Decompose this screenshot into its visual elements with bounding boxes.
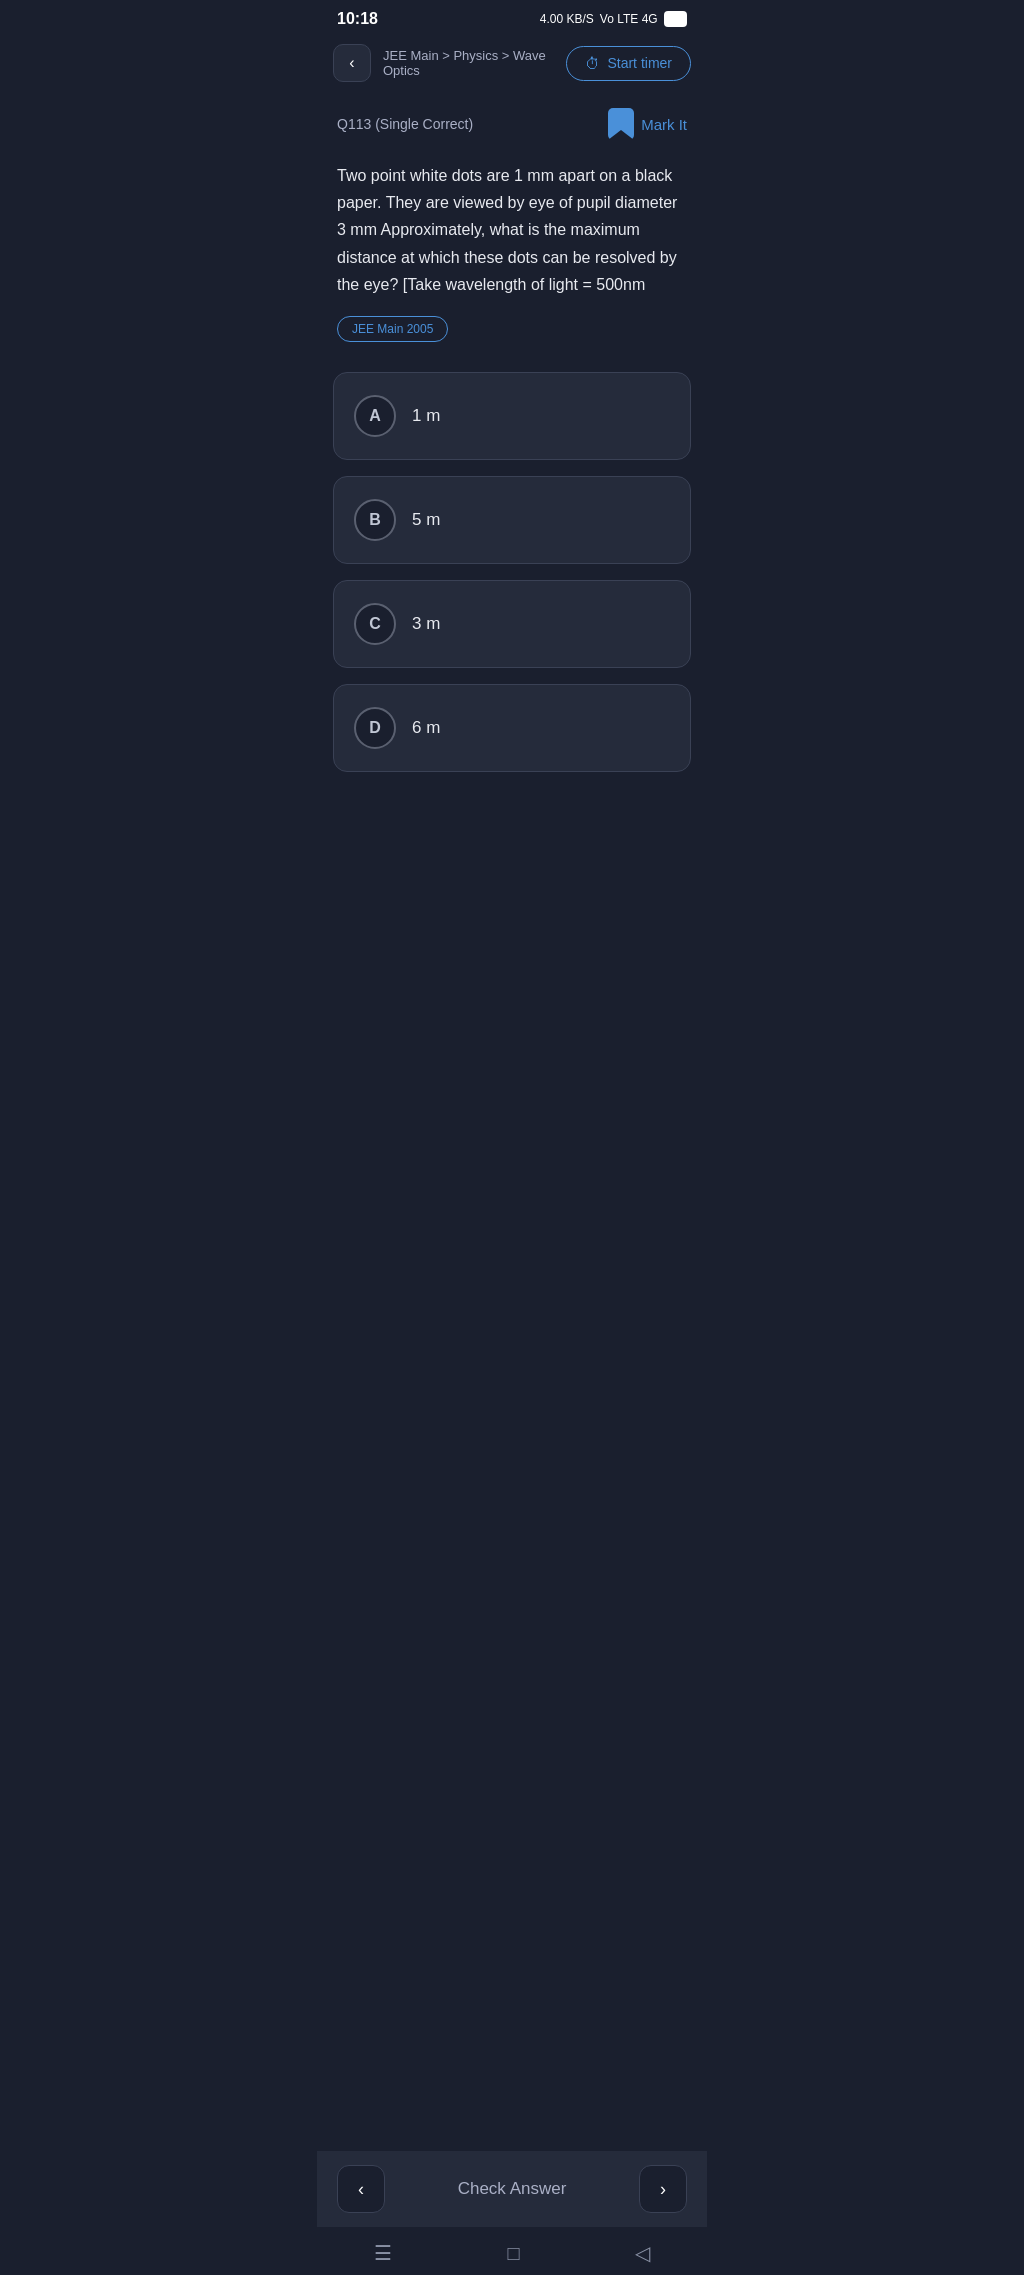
option-c[interactable]: C 3 m xyxy=(333,580,691,668)
status-icons: 4.00 KB/S Vo LTE 4G 44 xyxy=(540,11,687,27)
option-d-letter: D xyxy=(369,719,381,737)
option-b-letter: B xyxy=(369,511,381,529)
prev-icon: ‹ xyxy=(358,2179,364,2200)
status-time: 10:18 xyxy=(337,10,378,28)
next-button[interactable]: › xyxy=(639,2165,687,2213)
question-text: Two point white dots are 1 mm apart on a… xyxy=(317,150,707,316)
option-c-circle: C xyxy=(354,603,396,645)
check-answer-button[interactable]: Check Answer xyxy=(458,2179,567,2199)
system-nav-bar: ☰ □ ◁ xyxy=(317,2227,707,2275)
back-system-icon: ◁ xyxy=(635,2241,650,2265)
question-body: Two point white dots are 1 mm apart on a… xyxy=(337,167,677,293)
start-timer-button[interactable]: ⏱ Start timer xyxy=(566,46,691,81)
option-b-circle: B xyxy=(354,499,396,541)
back-icon: ‹ xyxy=(349,54,354,72)
timer-icon: ⏱ xyxy=(585,55,600,72)
check-answer-label: Check Answer xyxy=(458,2179,567,2198)
option-a-text: 1 m xyxy=(412,406,440,426)
battery-indicator: 44 xyxy=(664,11,687,27)
option-c-text: 3 m xyxy=(412,614,440,634)
options-container: A 1 m B 5 m C 3 m D 6 m xyxy=(317,372,707,772)
option-a-letter: A xyxy=(369,407,381,425)
nav-bar: ‹ JEE Main > Physics > Wave Optics ⏱ Sta… xyxy=(317,34,707,92)
option-b[interactable]: B 5 m xyxy=(333,476,691,564)
next-icon: › xyxy=(660,2179,666,2200)
timer-label: Start timer xyxy=(607,55,672,71)
question-tag[interactable]: JEE Main 2005 xyxy=(337,316,448,342)
option-d-circle: D xyxy=(354,707,396,749)
bookmark-icon xyxy=(608,108,634,140)
network-type: Vo LTE 4G xyxy=(600,12,658,26)
back-button[interactable]: ‹ xyxy=(333,44,371,82)
option-a-circle: A xyxy=(354,395,396,437)
option-d[interactable]: D 6 m xyxy=(333,684,691,772)
question-label: Q113 (Single Correct) xyxy=(337,116,473,132)
option-c-letter: C xyxy=(369,615,381,633)
option-d-text: 6 m xyxy=(412,718,440,738)
status-bar: 10:18 4.00 KB/S Vo LTE 4G 44 xyxy=(317,0,707,34)
bottom-bar: ‹ Check Answer › xyxy=(317,2151,707,2227)
network-speed: 4.00 KB/S xyxy=(540,12,594,26)
breadcrumb: JEE Main > Physics > Wave Optics xyxy=(383,48,554,78)
prev-button[interactable]: ‹ xyxy=(337,2165,385,2213)
tag-container: JEE Main 2005 xyxy=(317,316,707,372)
option-b-text: 5 m xyxy=(412,510,440,530)
option-a[interactable]: A 1 m xyxy=(333,372,691,460)
hamburger-icon: ☰ xyxy=(374,2241,392,2265)
question-header: Q113 (Single Correct) Mark It xyxy=(317,92,707,150)
home-icon: □ xyxy=(507,2242,519,2265)
mark-it-label: Mark It xyxy=(641,116,687,133)
mark-it-button[interactable]: Mark It xyxy=(608,108,687,140)
